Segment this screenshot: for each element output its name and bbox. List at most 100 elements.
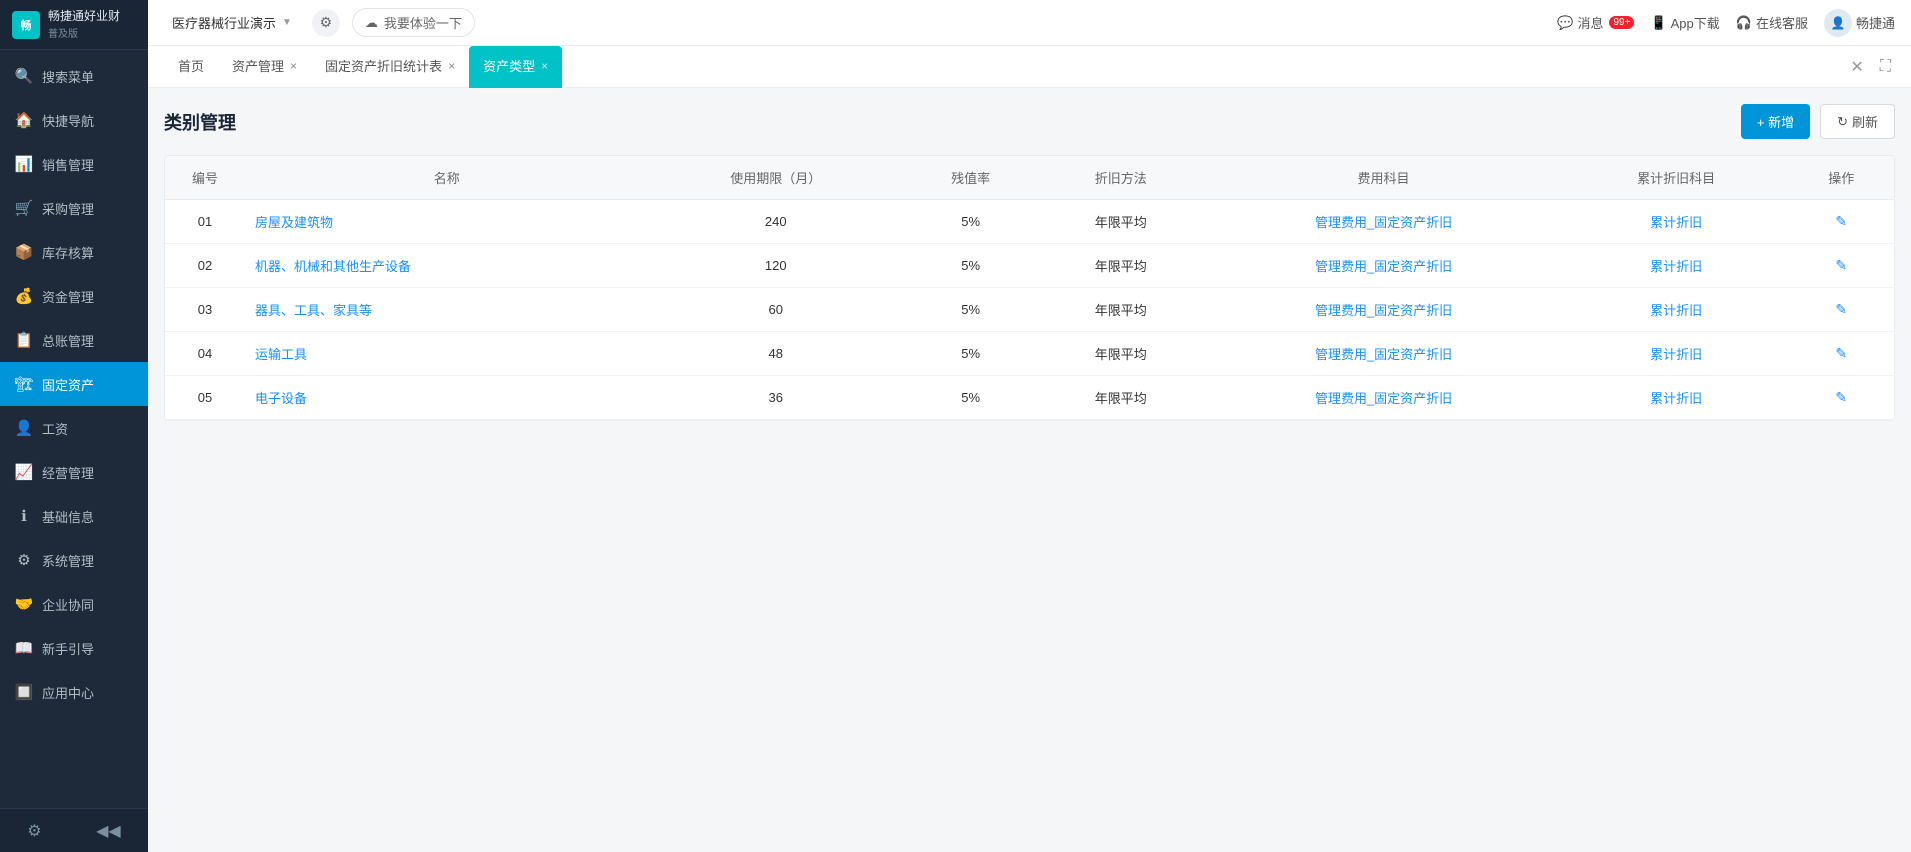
- nav-label-apps: 应用中心: [42, 683, 94, 702]
- edit-icon[interactable]: ✎: [1835, 257, 1847, 273]
- table-row: 05 电子设备 36 5% 年限平均 管理费用_固定资产折旧 累计折旧 ✎: [165, 376, 1894, 420]
- nav-icon-base-info: ℹ: [14, 506, 34, 526]
- table-col-header: 编号: [165, 156, 245, 200]
- cell-method: 年限平均: [1038, 200, 1203, 244]
- collapse-icon[interactable]: ◀◀: [96, 821, 121, 841]
- edit-icon[interactable]: ✎: [1835, 301, 1847, 317]
- cell-action[interactable]: ✎: [1788, 376, 1894, 420]
- sidebar-item-operations[interactable]: 📈 经营管理: [0, 450, 148, 494]
- sidebar-item-payroll[interactable]: 👤 工资: [0, 406, 148, 450]
- tab-close-depreciation-table[interactable]: ×: [448, 59, 455, 73]
- cell-name: 电子设备: [245, 376, 649, 420]
- cell-action[interactable]: ✎: [1788, 288, 1894, 332]
- logo-icon: 畅: [12, 11, 40, 39]
- sidebar-item-capital[interactable]: 💰 资金管理: [0, 274, 148, 318]
- tab-label-asset-mgmt: 资产管理: [232, 56, 284, 75]
- settings-footer-icon[interactable]: ⚙: [27, 821, 41, 841]
- sidebar-item-system[interactable]: ⚙ 系统管理: [0, 538, 148, 582]
- cell-id: 05: [165, 376, 245, 420]
- sidebar-item-cooperation[interactable]: 🤝 企业协同: [0, 582, 148, 626]
- cell-period: 36: [649, 376, 903, 420]
- tab-close-asset-type[interactable]: ×: [541, 59, 548, 73]
- cell-action[interactable]: ✎: [1788, 244, 1894, 288]
- main-content: 医疗器械行业演示 ▼ ⚙ ☁ 我要体验一下 💬 消息 99+ 📱 App下载: [148, 0, 1911, 852]
- nav-label-capital: 资金管理: [42, 287, 94, 306]
- sidebar-item-ledger[interactable]: 📋 总账管理: [0, 318, 148, 362]
- table-row: 02 机器、机械和其他生产设备 120 5% 年限平均 管理费用_固定资产折旧 …: [165, 244, 1894, 288]
- message-action[interactable]: 💬 消息 99+: [1557, 13, 1634, 32]
- nav-icon-inventory: 📦: [14, 242, 34, 262]
- cell-accumulated: 累计折旧: [1564, 244, 1789, 288]
- cell-accumulated: 累计折旧: [1564, 288, 1789, 332]
- cell-expense: 管理费用_固定资产折旧: [1203, 332, 1563, 376]
- refresh-label: 刷新: [1852, 112, 1878, 131]
- cell-id: 01: [165, 200, 245, 244]
- app-download-action[interactable]: 📱 App下载: [1650, 13, 1719, 32]
- message-label: 消息: [1577, 13, 1603, 32]
- edit-icon[interactable]: ✎: [1835, 213, 1847, 229]
- nav-label-operations: 经营管理: [42, 463, 94, 482]
- app-name: 畅捷通好业财: [48, 9, 120, 25]
- tab-asset-mgmt[interactable]: 资产管理 ×: [218, 46, 311, 88]
- cell-expense: 管理费用_固定资产折旧: [1203, 376, 1563, 420]
- sidebar-item-search[interactable]: 🔍 搜索菜单: [0, 54, 148, 98]
- maximize-window-icon[interactable]: ⛶: [1876, 54, 1895, 80]
- nav-icon-system: ⚙: [14, 550, 34, 570]
- tab-depreciation-table[interactable]: 固定资产折旧统计表×: [311, 46, 469, 88]
- sidebar-nav: 🔍 搜索菜单 🏠 快捷导航 📊 销售管理 🛒 采购管理 📦 库存核算 💰 资金管…: [0, 50, 148, 808]
- experience-button[interactable]: ☁ 我要体验一下: [352, 8, 475, 37]
- sidebar-item-fixed-assets[interactable]: 🏗 固定资产: [0, 362, 148, 406]
- sidebar-item-quick-nav[interactable]: 🏠 快捷导航: [0, 98, 148, 142]
- tab-asset-type[interactable]: 资产类型×: [469, 46, 562, 88]
- user-action[interactable]: 👤 畅捷通: [1824, 9, 1895, 37]
- nav-label-base-info: 基础信息: [42, 507, 94, 526]
- cell-name: 运输工具: [245, 332, 649, 376]
- refresh-button[interactable]: ↻ 刷新: [1820, 104, 1895, 139]
- table-col-header: 费用科目: [1203, 156, 1563, 200]
- cell-expense: 管理费用_固定资产折旧: [1203, 200, 1563, 244]
- nav-label-guide: 新手引导: [42, 639, 94, 658]
- cell-name: 器具、工具、家具等: [245, 288, 649, 332]
- cell-period: 48: [649, 332, 903, 376]
- sidebar-item-sales[interactable]: 📊 销售管理: [0, 142, 148, 186]
- sidebar-item-base-info[interactable]: ℹ 基础信息: [0, 494, 148, 538]
- close-window-icon[interactable]: ✕: [1846, 53, 1867, 81]
- sidebar-item-apps[interactable]: 🔲 应用中心: [0, 670, 148, 714]
- sidebar-item-guide[interactable]: 📖 新手引导: [0, 626, 148, 670]
- app-version: 普及版: [48, 25, 120, 40]
- cell-action[interactable]: ✎: [1788, 200, 1894, 244]
- cell-name: 机器、机械和其他生产设备: [245, 244, 649, 288]
- company-selector[interactable]: 医疗器械行业演示 ▼: [164, 9, 300, 36]
- cell-action[interactable]: ✎: [1788, 332, 1894, 376]
- tab-close-asset-mgmt[interactable]: ×: [290, 59, 297, 73]
- nav-icon-cooperation: 🤝: [14, 594, 34, 614]
- topbar-right: 💬 消息 99+ 📱 App下载 🎧 在线客服 👤 畅捷通: [1557, 9, 1895, 37]
- nav-label-purchase: 采购管理: [42, 199, 94, 218]
- cell-name: 房屋及建筑物: [245, 200, 649, 244]
- edit-icon[interactable]: ✎: [1835, 345, 1847, 361]
- table-col-header: 使用期限（月）: [649, 156, 903, 200]
- nav-label-system: 系统管理: [42, 551, 94, 570]
- nav-icon-guide: 📖: [14, 638, 34, 658]
- sidebar-logo: 畅 畅捷通好业财 普及版: [0, 0, 148, 50]
- table-col-header: 操作: [1788, 156, 1894, 200]
- chevron-down-icon: ▼: [282, 17, 292, 28]
- table-col-header: 名称: [245, 156, 649, 200]
- tab-label-home: 首页: [178, 56, 204, 75]
- edit-icon[interactable]: ✎: [1835, 389, 1847, 405]
- experience-label: 我要体验一下: [384, 13, 462, 32]
- cell-expense: 管理费用_固定资产折旧: [1203, 288, 1563, 332]
- topbar-settings-button[interactable]: ⚙: [312, 9, 340, 37]
- new-button[interactable]: + 新增: [1741, 104, 1810, 139]
- page-title: 类别管理: [164, 109, 236, 135]
- topbar: 医疗器械行业演示 ▼ ⚙ ☁ 我要体验一下 💬 消息 99+ 📱 App下载: [148, 0, 1911, 46]
- customer-service-action[interactable]: 🎧 在线客服: [1736, 13, 1808, 32]
- user-name: 畅捷通: [1856, 13, 1895, 32]
- company-name: 医疗器械行业演示: [172, 13, 276, 32]
- nav-label-sales: 销售管理: [42, 155, 94, 174]
- sidebar-item-purchase[interactable]: 🛒 采购管理: [0, 186, 148, 230]
- refresh-icon: ↻: [1837, 114, 1848, 130]
- tab-home[interactable]: 首页: [164, 46, 218, 88]
- sidebar-item-inventory[interactable]: 📦 库存核算: [0, 230, 148, 274]
- app-download-label: App下载: [1671, 13, 1720, 32]
